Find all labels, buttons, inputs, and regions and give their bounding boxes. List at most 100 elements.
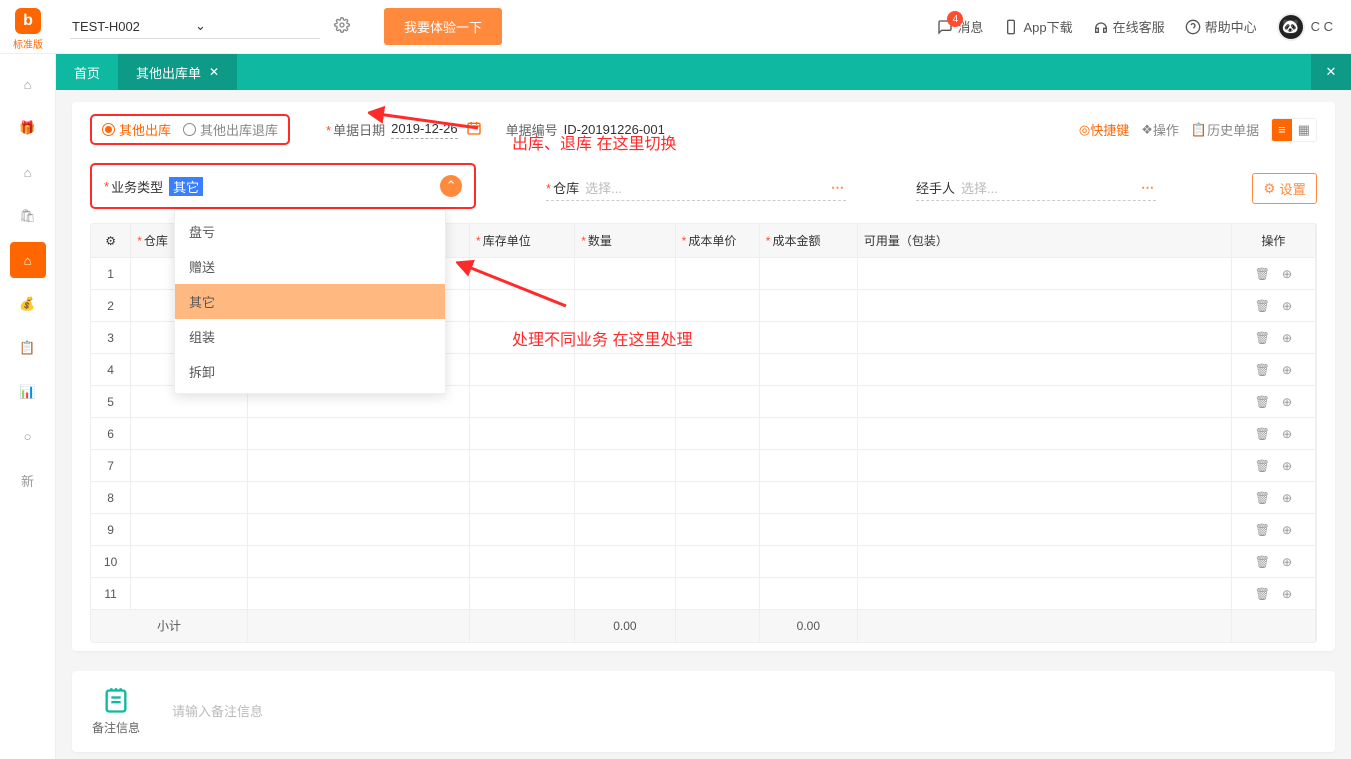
sidebar-item-sync[interactable]: ○ — [10, 418, 46, 454]
left-sidebar: ⌂ 🎁 ⌂ 🛍 ⌂ 💰 📋 📊 ○ 新 — [0, 54, 56, 759]
gear-column-header[interactable]: ⚙ — [91, 224, 131, 258]
toolbar-right: ◎ 快捷键 ❖ 操作 📋 历史单据 ≡ ▦ — [1079, 118, 1317, 142]
add-row-icon[interactable]: ⊕ — [1282, 523, 1292, 537]
delete-row-icon[interactable]: 🗑 — [1255, 395, 1270, 409]
workspace-select[interactable]: TEST-H002 ⌄ — [70, 14, 320, 39]
remark-input[interactable] — [172, 704, 1315, 719]
table-row[interactable]: 8 🗑⊕ — [91, 482, 1316, 514]
remark-left: 备注信息 — [92, 687, 140, 736]
table-row[interactable]: 7 🗑⊕ — [91, 450, 1316, 482]
dropdown-item[interactable]: 赠送 — [175, 249, 445, 284]
delete-row-icon[interactable]: 🗑 — [1255, 267, 1270, 281]
add-row-icon[interactable]: ⊕ — [1282, 459, 1292, 473]
tab-close-icon[interactable]: ✕ — [209, 65, 219, 79]
operate-button[interactable]: ❖ 操作 — [1141, 120, 1179, 139]
try-button[interactable]: 我要体验一下 — [384, 8, 502, 45]
delete-row-icon[interactable]: 🗑 — [1255, 363, 1270, 377]
view-list-icon[interactable]: ≡ — [1272, 119, 1292, 141]
add-row-icon[interactable]: ⊕ — [1282, 395, 1292, 409]
setting-btn-label: 设置 — [1279, 179, 1306, 198]
dropdown-item[interactable]: 盘亏 — [175, 214, 445, 249]
online-service-button[interactable]: 在线客服 — [1093, 17, 1165, 36]
dropdown-item[interactable]: 其它 — [175, 284, 445, 319]
more-icon[interactable]: ⋯ — [1141, 180, 1156, 196]
sidebar-item-warehouse[interactable]: ⌂ — [10, 242, 46, 278]
form-card: 其他出库 其他出库退库 *单据日期 2019-12-26 单据编号 ID-201… — [72, 102, 1335, 651]
add-row-icon[interactable]: ⊕ — [1282, 555, 1292, 569]
user-menu[interactable]: 🐼 C C — [1277, 13, 1333, 41]
biz-type-label: 业务类型 — [111, 177, 163, 196]
delete-row-icon[interactable]: 🗑 — [1255, 523, 1270, 537]
calendar-icon[interactable] — [466, 120, 482, 139]
help-center-button[interactable]: 帮助中心 — [1185, 17, 1257, 36]
add-row-icon[interactable]: ⊕ — [1282, 267, 1292, 281]
subtotal-row: 小计 0.00 0.00 — [91, 610, 1316, 642]
handler-field[interactable]: 经手人 选择... ⋯ — [916, 175, 1156, 201]
mobile-icon — [1003, 19, 1019, 35]
sidebar-item-report[interactable]: 📊 — [10, 374, 46, 410]
delete-row-icon[interactable]: 🗑 — [1255, 491, 1270, 505]
warehouse-label: *仓库 — [546, 178, 579, 197]
delete-row-icon[interactable]: 🗑 — [1255, 427, 1270, 441]
sidebar-item-new[interactable]: 新 — [10, 462, 46, 498]
table-row[interactable]: 10 🗑⊕ — [91, 546, 1316, 578]
delete-row-icon[interactable]: 🗑 — [1255, 587, 1270, 601]
sidebar-item-clipboard[interactable]: 📋 — [10, 330, 46, 366]
help-icon — [1185, 19, 1201, 35]
biz-type-dropdown: 盘亏 赠送 其它 组装 拆卸 — [174, 209, 446, 394]
warehouse-field[interactable]: *仓库 选择... ⋯ — [546, 175, 846, 201]
sidebar-item-home[interactable]: ⌂ — [10, 66, 46, 102]
more-icon[interactable]: ⋯ — [831, 180, 846, 196]
view-toggle: ≡ ▦ — [1271, 118, 1317, 142]
add-row-icon[interactable]: ⊕ — [1282, 363, 1292, 377]
col-unit: *库存单位 — [470, 224, 575, 258]
table-row[interactable]: 11 🗑⊕ — [91, 578, 1316, 610]
setting-button[interactable]: ⚙ 设置 — [1252, 173, 1317, 204]
dropdown-item[interactable]: 组装 — [175, 319, 445, 354]
dropdown-item[interactable]: 拆卸 — [175, 354, 445, 389]
chevron-down-icon: ⌄ — [195, 18, 318, 34]
history-button[interactable]: 📋 历史单据 — [1191, 120, 1259, 139]
sidebar-item-money[interactable]: 💰 — [10, 286, 46, 322]
biz-type-field[interactable]: * 业务类型 其它 ⌃ — [104, 175, 462, 197]
logo-icon: b — [15, 8, 41, 34]
gear-icon: ⚙ — [1263, 181, 1275, 197]
add-row-icon[interactable]: ⊕ — [1282, 587, 1292, 601]
radio-outbound-return[interactable]: 其他出库退库 — [183, 120, 278, 139]
subtotal-qty: 0.00 — [575, 610, 675, 642]
delete-row-icon[interactable]: 🗑 — [1255, 299, 1270, 313]
table-row[interactable]: 6 🗑⊕ — [91, 418, 1316, 450]
shortcut-button[interactable]: ◎ 快捷键 — [1079, 120, 1129, 139]
sidebar-item-bag[interactable]: 🛍 — [10, 198, 46, 234]
date-label: *单据日期 — [326, 120, 385, 139]
radio-other-outbound[interactable]: 其他出库 — [102, 120, 171, 139]
app-download-label: App下载 — [1023, 17, 1072, 36]
add-row-icon[interactable]: ⊕ — [1282, 491, 1292, 505]
biz-type-value: 其它 — [169, 177, 203, 196]
sidebar-item-gift[interactable]: 🎁 — [10, 110, 46, 146]
add-row-icon[interactable]: ⊕ — [1282, 427, 1292, 441]
chevron-up-icon[interactable]: ⌃ — [440, 175, 462, 197]
table-row[interactable]: 9 🗑⊕ — [91, 514, 1316, 546]
main-content: 其他出库 其他出库退库 *单据日期 2019-12-26 单据编号 ID-201… — [56, 90, 1351, 759]
biz-type-block: * 业务类型 其它 ⌃ 盘亏 赠送 其它 组装 拆卸 — [90, 163, 476, 209]
radio-out-label: 其他出库 — [119, 120, 171, 139]
tab-other-outbound[interactable]: 其他出库单 ✕ — [118, 54, 237, 90]
tab-home-label: 首页 — [74, 63, 100, 82]
delete-row-icon[interactable]: 🗑 — [1255, 555, 1270, 569]
messages-button[interactable]: 消息 4 — [937, 17, 983, 36]
date-value[interactable]: 2019-12-26 — [391, 121, 458, 139]
subtotal-amount: 0.00 — [759, 610, 857, 642]
settings-gear-icon[interactable] — [334, 17, 350, 36]
app-download-button[interactable]: App下载 — [1003, 17, 1072, 36]
add-row-icon[interactable]: ⊕ — [1282, 331, 1292, 345]
delete-row-icon[interactable]: 🗑 — [1255, 331, 1270, 345]
view-grid-icon[interactable]: ▦ — [1292, 119, 1316, 141]
remark-card: 备注信息 — [72, 671, 1335, 752]
add-row-icon[interactable]: ⊕ — [1282, 299, 1292, 313]
tab-home[interactable]: 首页 — [56, 54, 118, 90]
form-row-2: * 业务类型 其它 ⌃ 盘亏 赠送 其它 组装 拆卸 *仓库 选择... ⋯ — [90, 163, 1317, 209]
tab-close-all-icon[interactable]: ✕ — [1311, 54, 1351, 90]
delete-row-icon[interactable]: 🗑 — [1255, 459, 1270, 473]
sidebar-item-house[interactable]: ⌂ — [10, 154, 46, 190]
